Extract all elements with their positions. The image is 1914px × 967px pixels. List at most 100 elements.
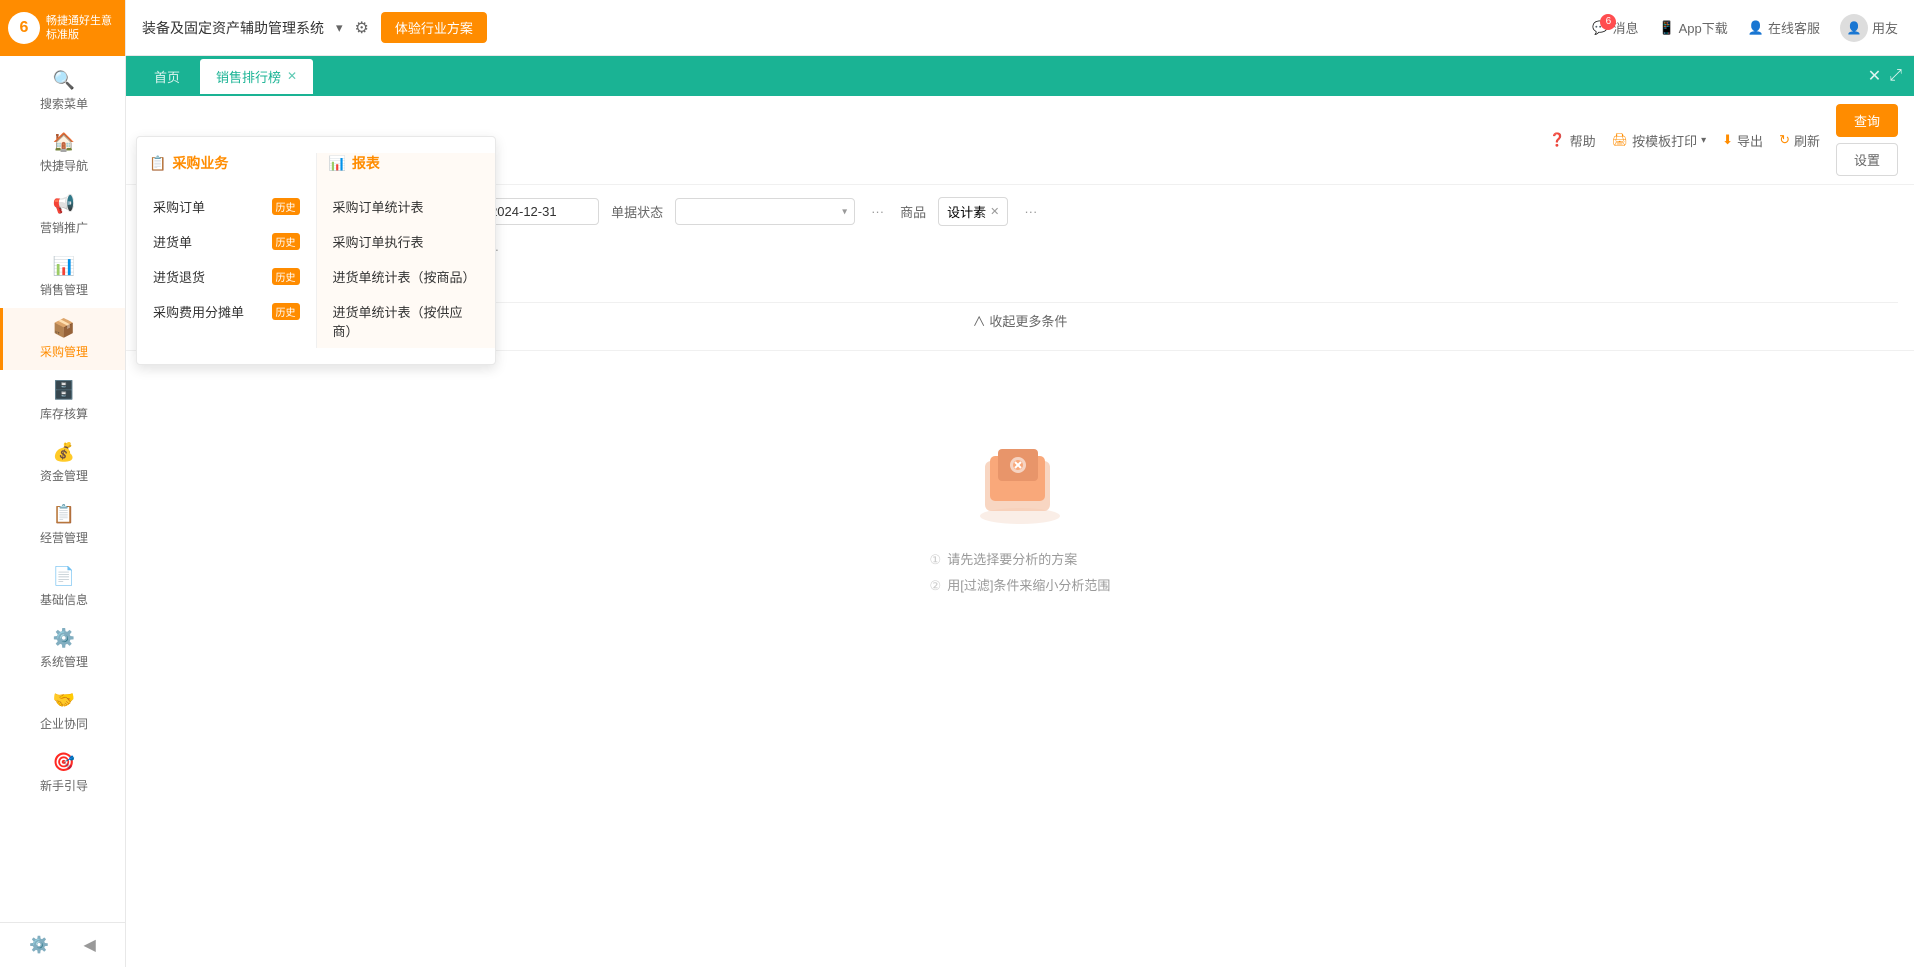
report-goods-stats-item[interactable]: 进货单统计表（按商品） — [329, 259, 484, 294]
report-purchase-exec-item[interactable]: 采购订单执行表 — [329, 224, 484, 259]
cooperation-icon: 🤝 — [53, 690, 75, 711]
query-button[interactable]: 查询 — [1836, 104, 1898, 137]
help-btn[interactable]: ❓ 帮助 — [1549, 131, 1595, 150]
notification-count: 6 — [1600, 14, 1616, 30]
system-title: 装备及固定资产辅助管理系统 — [142, 18, 324, 38]
goods-tag: 设计素 ✕ — [938, 197, 1008, 226]
collapse-icon: ∧ — [973, 314, 986, 329]
inventory-icon: 🗄️ — [53, 380, 75, 401]
notification-badge: 💬 6 — [1592, 20, 1608, 36]
sidebar-item-search[interactable]: 🔍 搜索菜单 — [0, 60, 125, 122]
sidebar-item-system[interactable]: ⚙️ 系统管理 — [0, 618, 125, 680]
sidebar-collapse-icon[interactable]: ◀ — [83, 935, 95, 955]
goods-dots-btn[interactable]: ··· — [1020, 204, 1041, 219]
content-area: ❓ 帮助 🖨 按模板打印 ▾ ⬇ 导出 ↻ 刷新 查询 设置 — [126, 96, 1914, 967]
sidebar-footer: ⚙️ ◀ — [0, 922, 125, 967]
header-dropdown-icon[interactable]: ▾ — [336, 20, 343, 36]
user-avatar: 👤 — [1840, 14, 1868, 42]
purchase-goods-history-badge: 历史 — [272, 233, 300, 250]
help-icon: ❓ — [1549, 132, 1565, 148]
marketing-icon: 📢 — [53, 194, 75, 215]
purchase-expense-item[interactable]: 采购费用分摊单 历史 — [149, 294, 304, 329]
empty-state: ① 请先选择要分析的方案 ② 用[过滤]条件来缩小分析范围 — [126, 351, 1914, 679]
tab-expand-icon[interactable]: ⤢ — [1889, 67, 1902, 85]
tab-home[interactable]: 首页 — [138, 59, 196, 94]
sidebar: 6 畅捷通好生意 标准版 🔍 搜索菜单 🏠 快捷导航 📢 营销推广 📊 销售管理… — [0, 0, 126, 967]
sidebar-item-operations[interactable]: 📋 经营管理 — [0, 494, 125, 556]
app-download-item[interactable]: 📱 App下载 — [1658, 18, 1727, 37]
home-icon: 🏠 — [53, 132, 75, 153]
purchase-col-header: 📋 采购业务 — [149, 153, 304, 179]
sidebar-item-inventory[interactable]: 🗄️ 库存核算 — [0, 370, 125, 432]
logo-text: 畅捷通好生意 标准版 — [46, 14, 112, 43]
sidebar-item-cooperation[interactable]: 🤝 企业协同 — [0, 680, 125, 742]
notification-item[interactable]: 💬 6 消息 — [1592, 18, 1638, 37]
industry-btn[interactable]: 体验行业方案 — [381, 12, 487, 43]
purchase-return-item[interactable]: 进货退货 历史 — [149, 259, 304, 294]
report-col: 📊 报表 采购订单统计表 采购订单执行表 进货单统计表（按商品） — [316, 153, 496, 348]
status-select[interactable] — [675, 198, 855, 225]
purchase-order-history-badge: 历史 — [272, 198, 300, 215]
purchase-header-icon: 📋 — [149, 155, 166, 172]
service-icon: 👤 — [1748, 20, 1764, 36]
user-item[interactable]: 👤 用友 — [1840, 14, 1898, 42]
top-header: 装备及固定资产辅助管理系统 ▾ ⚙ 体验行业方案 💬 6 消息 📱 App下载 … — [126, 0, 1914, 56]
sidebar-item-purchase[interactable]: 📦 采购管理 — [0, 308, 125, 370]
sales-icon: 📊 — [53, 256, 75, 277]
tab-close-all-icon[interactable]: ✕ — [1868, 66, 1881, 86]
sidebar-item-quick-nav[interactable]: 🏠 快捷导航 — [0, 122, 125, 184]
purchase-expense-history-badge: 历史 — [272, 303, 300, 320]
purchase-dropdown-menu: 📋 采购业务 采购订单 历史 进货单 历史 进货退货 — [136, 136, 496, 365]
logo: 6 畅捷通好生意 标准版 — [0, 0, 125, 56]
tab-bar: 首页 销售排行榜 ✕ ✕ ⤢ — [126, 56, 1914, 96]
dropdown-columns: 📋 采购业务 采购订单 历史 进货单 历史 进货退货 — [137, 145, 495, 356]
goods-label: 商品 — [900, 202, 926, 221]
refresh-icon: ↻ — [1779, 132, 1790, 148]
report-col-header: 📊 报表 — [329, 153, 484, 179]
sidebar-item-sales[interactable]: 📊 销售管理 — [0, 246, 125, 308]
report-purchase-stats-item[interactable]: 采购订单统计表 — [329, 189, 484, 224]
tab-bar-controls: ✕ ⤢ — [1868, 66, 1902, 86]
print-dropdown-icon[interactable]: ▾ — [1701, 135, 1706, 146]
print-btn[interactable]: 🖨 按模板打印 ▾ — [1612, 131, 1707, 150]
settings-button[interactable]: 设置 — [1836, 143, 1898, 176]
online-service-item[interactable]: 👤 在线客服 — [1748, 18, 1820, 37]
status-label: 单据状态 — [611, 202, 663, 221]
empty-illustration — [960, 431, 1080, 531]
report-header-icon: 📊 — [329, 155, 346, 172]
export-icon: ⬇ — [1722, 132, 1733, 148]
sidebar-nav: 🔍 搜索菜单 🏠 快捷导航 📢 营销推广 📊 销售管理 📦 采购管理 🗄️ 库存… — [0, 56, 125, 922]
purchase-col: 📋 采购业务 采购订单 历史 进货单 历史 进货退货 — [137, 153, 316, 348]
system-icon: ⚙️ — [53, 628, 75, 649]
date-end-input[interactable] — [479, 198, 599, 225]
header-right: 💬 6 消息 📱 App下载 👤 在线客服 👤 用友 — [1592, 14, 1898, 42]
logo-icon: 6 — [8, 12, 40, 44]
tab-sales-rank[interactable]: 销售排行榜 ✕ — [200, 59, 313, 94]
empty-tips: ① 请先选择要分析的方案 ② 用[过滤]条件来缩小分析范围 — [930, 547, 1111, 599]
goods-tag-close[interactable]: ✕ — [990, 205, 999, 218]
purchase-goods-item[interactable]: 进货单 历史 — [149, 224, 304, 259]
phone-icon: 📱 — [1658, 20, 1674, 36]
print-icon: 🖨 — [1612, 132, 1629, 148]
finance-icon: 💰 — [53, 442, 75, 463]
header-gear-icon[interactable]: ⚙ — [355, 18, 369, 38]
purchase-order-item[interactable]: 采购订单 历史 — [149, 189, 304, 224]
purchase-icon: 📦 — [53, 318, 75, 339]
basic-icon: 📄 — [53, 566, 75, 587]
status-dots-btn[interactable]: ··· — [867, 204, 888, 219]
search-icon: 🔍 — [53, 70, 75, 91]
sidebar-item-guide[interactable]: 🎯 新手引导 — [0, 742, 125, 804]
operations-icon: 📋 — [53, 504, 75, 525]
empty-tip-1: ① 请先选择要分析的方案 — [930, 547, 1111, 573]
export-btn[interactable]: ⬇ 导出 — [1722, 131, 1763, 150]
sidebar-item-finance[interactable]: 💰 资金管理 — [0, 432, 125, 494]
guide-icon: 🎯 — [53, 752, 75, 773]
sidebar-item-basic[interactable]: 📄 基础信息 — [0, 556, 125, 618]
main-content: 装备及固定资产辅助管理系统 ▾ ⚙ 体验行业方案 💬 6 消息 📱 App下载 … — [126, 0, 1914, 967]
report-supplier-stats-item[interactable]: 进货单统计表（按供应商） — [329, 294, 484, 348]
tab-close-icon[interactable]: ✕ — [287, 69, 297, 83]
refresh-btn[interactable]: ↻ 刷新 — [1779, 131, 1820, 150]
sidebar-item-marketing[interactable]: 📢 营销推广 — [0, 184, 125, 246]
sidebar-settings-icon[interactable]: ⚙️ — [29, 935, 49, 955]
empty-tip-2: ② 用[过滤]条件来缩小分析范围 — [930, 573, 1111, 599]
